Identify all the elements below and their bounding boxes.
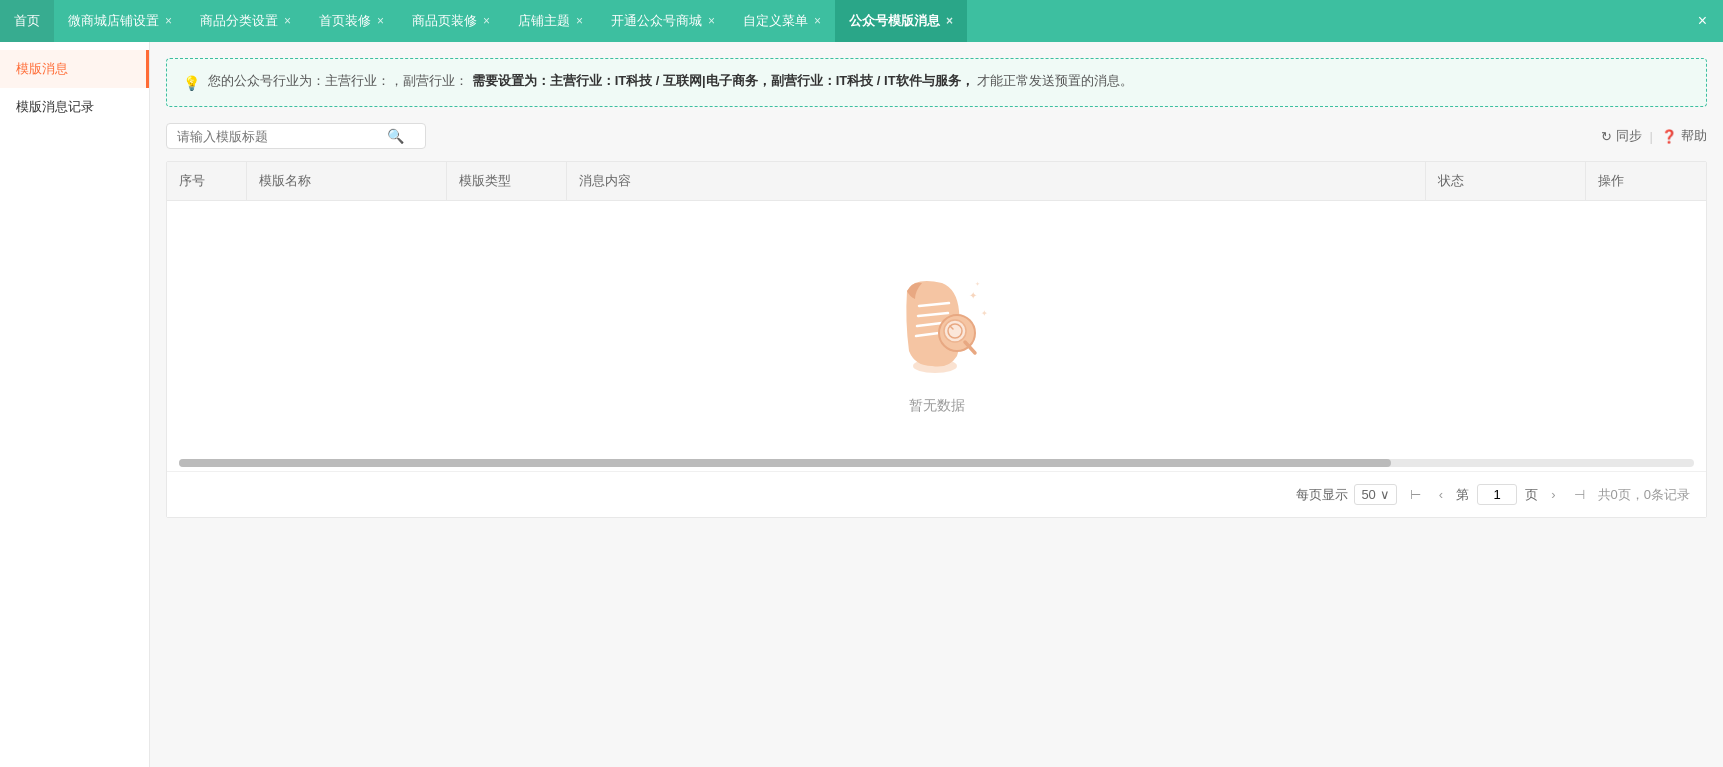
- close-product-page-icon[interactable]: ×: [483, 14, 490, 28]
- notice-highlight: 需要设置为：主营行业：IT科技 / 互联网|电子商务，副营行业：IT科技 / I…: [472, 73, 974, 88]
- svg-text:✦: ✦: [969, 290, 977, 301]
- nav-label-product-page: 商品页装修: [412, 12, 477, 30]
- empty-text: 暂无数据: [909, 397, 965, 415]
- close-product-category-icon[interactable]: ×: [284, 14, 291, 28]
- search-input[interactable]: [177, 129, 387, 144]
- help-button[interactable]: ❓ 帮助: [1661, 127, 1707, 145]
- close-wechat-shop-icon[interactable]: ×: [165, 14, 172, 28]
- page-label-post: 页: [1525, 486, 1538, 504]
- close-custom-menu-icon[interactable]: ×: [814, 14, 821, 28]
- nav-label-custom-menu: 自定义菜单: [743, 12, 808, 30]
- nav-label-home-decor: 首页装修: [319, 12, 371, 30]
- nav-item-home-decor[interactable]: 首页装修 ×: [305, 0, 398, 42]
- sidebar-item-template-message-log[interactable]: 模版消息记录: [0, 88, 149, 126]
- sync-label: 同步: [1616, 127, 1642, 145]
- svg-text:✦: ✦: [975, 281, 980, 287]
- page-size-label: 每页显示: [1296, 486, 1348, 504]
- page-size-value: 50: [1361, 487, 1375, 502]
- nav-item-product-category[interactable]: 商品分类设置 ×: [186, 0, 305, 42]
- next-page-button[interactable]: ›: [1546, 485, 1560, 504]
- help-label: 帮助: [1681, 127, 1707, 145]
- search-bar: 🔍 ↻ 同步 | ❓ 帮助: [166, 123, 1707, 149]
- nav-label-home: 首页: [14, 12, 40, 30]
- sidebar-item-template-message[interactable]: 模版消息: [0, 50, 149, 88]
- page-number-input[interactable]: [1477, 484, 1517, 505]
- notice-suffix: 才能正常发送预置的消息。: [977, 73, 1133, 88]
- col-header-index: 序号: [167, 162, 247, 200]
- sidebar-label-template-message-log: 模版消息记录: [16, 99, 94, 114]
- nav-item-custom-menu[interactable]: 自定义菜单 ×: [729, 0, 835, 42]
- sync-button[interactable]: ↻ 同步: [1601, 127, 1642, 145]
- nav-item-template-msg[interactable]: 公众号模版消息 ×: [835, 0, 967, 42]
- first-page-button[interactable]: ⊢: [1405, 485, 1426, 504]
- nav-label-template-msg: 公众号模版消息: [849, 12, 940, 30]
- empty-illustration: ✦ ✦ ✦: [877, 261, 997, 381]
- empty-state: ✦ ✦ ✦ 暂无数据: [167, 201, 1706, 455]
- notice-prefix: 您的公众号行业为：主营行业：，副营行业：: [208, 73, 468, 88]
- global-close-icon: ×: [1698, 12, 1707, 30]
- chevron-down-icon: ∨: [1380, 487, 1390, 502]
- col-label-type: 模版类型: [459, 173, 511, 188]
- pagination: 每页显示 50 ∨ ⊢ ‹ 第 页 › ⊣ 共0页，0条记录: [167, 471, 1706, 517]
- sync-icon: ↻: [1601, 129, 1612, 144]
- close-shop-theme-icon[interactable]: ×: [576, 14, 583, 28]
- notice-text: 您的公众号行业为：主营行业：，副营行业： 需要设置为：主营行业：IT科技 / 互…: [208, 71, 1133, 92]
- col-label-content: 消息内容: [579, 173, 631, 188]
- nav-label-shop-theme: 店铺主题: [518, 12, 570, 30]
- scrollbar-thumb[interactable]: [179, 459, 1391, 467]
- prev-page-button[interactable]: ‹: [1434, 485, 1448, 504]
- top-nav: 首页 微商城店铺设置 × 商品分类设置 × 首页装修 × 商品页装修 × 店铺主…: [0, 0, 1723, 42]
- svg-text:✦: ✦: [981, 309, 988, 318]
- nav-item-home[interactable]: 首页: [0, 0, 54, 42]
- col-label-status: 状态: [1438, 173, 1464, 188]
- col-header-type: 模版类型: [447, 162, 567, 200]
- page-size-dropdown[interactable]: 50 ∨: [1354, 484, 1396, 505]
- nav-item-open-wechat-mall[interactable]: 开通公众号商城 ×: [597, 0, 729, 42]
- nav-item-shop-theme[interactable]: 店铺主题 ×: [504, 0, 597, 42]
- main-layout: 模版消息 模版消息记录 💡 您的公众号行业为：主营行业：，副营行业： 需要设置为…: [0, 42, 1723, 767]
- col-header-content: 消息内容: [567, 162, 1426, 200]
- search-actions: ↻ 同步 | ❓ 帮助: [1601, 127, 1707, 145]
- nav-item-product-page[interactable]: 商品页装修 ×: [398, 0, 504, 42]
- horizontal-scrollbar[interactable]: [179, 459, 1694, 467]
- sidebar-label-template-message: 模版消息: [16, 61, 68, 76]
- nav-label-open-wechat-mall: 开通公众号商城: [611, 12, 702, 30]
- sidebar: 模版消息 模版消息记录: [0, 42, 150, 767]
- global-close-button[interactable]: ×: [1682, 0, 1723, 42]
- col-label-action: 操作: [1598, 173, 1624, 188]
- page-label-pre: 第: [1456, 486, 1469, 504]
- help-icon: ❓: [1661, 129, 1677, 144]
- page-total-label: 共0页，0条记录: [1598, 486, 1690, 504]
- close-home-decor-icon[interactable]: ×: [377, 14, 384, 28]
- nav-label-product-category: 商品分类设置: [200, 12, 278, 30]
- page-size-select: 每页显示 50 ∨: [1296, 484, 1396, 505]
- col-label-index: 序号: [179, 173, 205, 188]
- actions-divider: |: [1650, 129, 1653, 144]
- notice-box: 💡 您的公众号行业为：主营行业：，副营行业： 需要设置为：主营行业：IT科技 /…: [166, 58, 1707, 107]
- col-header-action: 操作: [1586, 162, 1706, 200]
- last-page-button[interactable]: ⊣: [1569, 485, 1590, 504]
- table-header: 序号 模版名称 模版类型 消息内容 状态 操作: [167, 162, 1706, 201]
- nav-label-wechat-shop: 微商城店铺设置: [68, 12, 159, 30]
- col-label-name: 模版名称: [259, 173, 311, 188]
- col-header-status: 状态: [1426, 162, 1586, 200]
- search-icon[interactable]: 🔍: [387, 128, 404, 144]
- data-table: 序号 模版名称 模版类型 消息内容 状态 操作: [166, 161, 1707, 518]
- close-template-msg-icon[interactable]: ×: [946, 14, 953, 28]
- main-content: 💡 您的公众号行业为：主营行业：，副营行业： 需要设置为：主营行业：IT科技 /…: [150, 42, 1723, 767]
- col-header-name: 模版名称: [247, 162, 447, 200]
- close-open-wechat-mall-icon[interactable]: ×: [708, 14, 715, 28]
- notice-bulb-icon: 💡: [183, 72, 200, 94]
- search-input-wrap: 🔍: [166, 123, 426, 149]
- nav-item-wechat-shop[interactable]: 微商城店铺设置 ×: [54, 0, 186, 42]
